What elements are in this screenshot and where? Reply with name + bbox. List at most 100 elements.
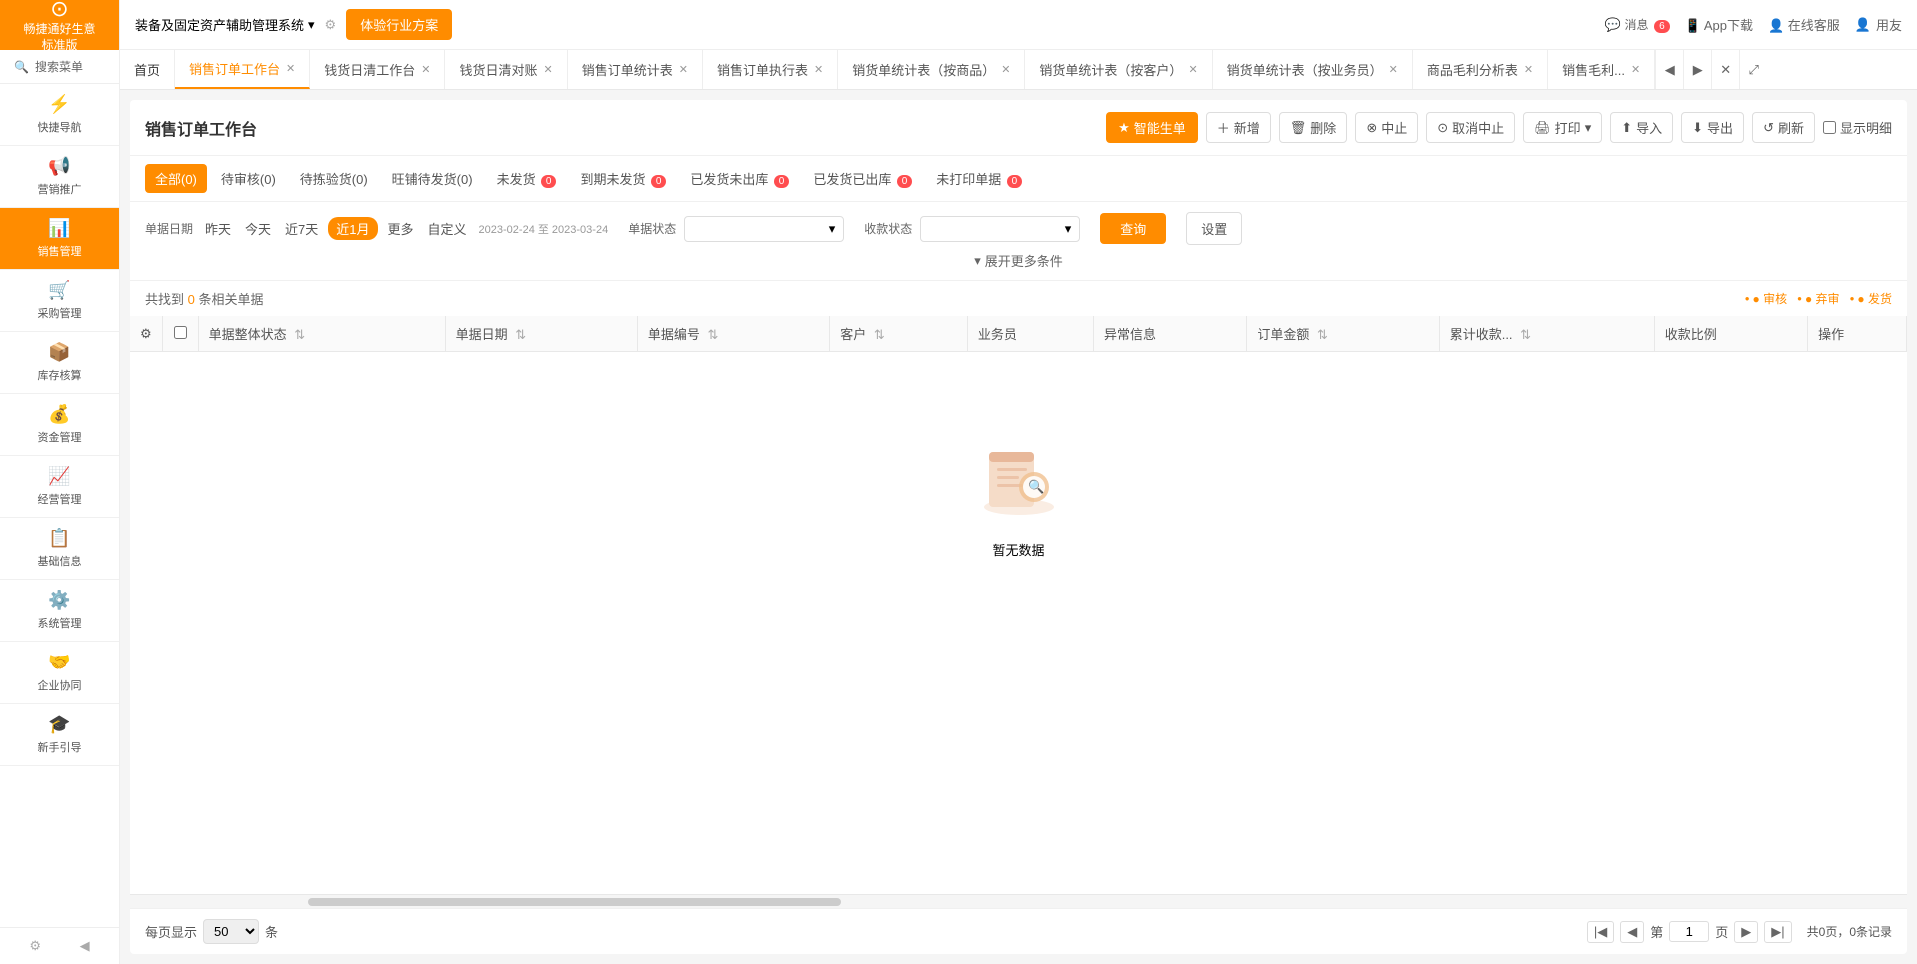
tab-sales-by-customer-close[interactable]: ✕ bbox=[1188, 63, 1197, 76]
th-exception[interactable]: 异常信息 bbox=[1093, 316, 1246, 352]
import-btn[interactable]: ⬆ 导入 bbox=[1610, 112, 1673, 143]
th-amount[interactable]: 订单金额 ⇅ bbox=[1247, 316, 1439, 352]
add-btn[interactable]: ＋ 新增 bbox=[1206, 112, 1271, 143]
date-btn-today[interactable]: 今天 bbox=[241, 217, 275, 240]
th-status[interactable]: 单据整体状态 ⇅ bbox=[198, 316, 445, 352]
setting-btn[interactable]: 设置 bbox=[1186, 212, 1242, 245]
tab-sales-by-customer[interactable]: 销货单统计表（按客户） ✕ bbox=[1025, 50, 1212, 89]
tab-sales-by-product-close[interactable]: ✕ bbox=[1001, 63, 1010, 76]
sidebar-item-guide[interactable]: 🎓 新手引导 bbox=[0, 704, 119, 766]
tab-cash-daily-close[interactable]: ✕ bbox=[421, 63, 430, 76]
sidebar-item-enterprise[interactable]: 🤝 企业协同 bbox=[0, 642, 119, 704]
sidebar-item-system[interactable]: ⚙️ 系统管理 bbox=[0, 580, 119, 642]
scrollbar-thumb[interactable] bbox=[308, 898, 841, 906]
sub-tab-overdue-ship[interactable]: 到期未发货 0 bbox=[570, 164, 676, 193]
last-page-btn[interactable]: ▶| bbox=[1764, 921, 1791, 943]
ship-btn[interactable]: ● 发货 bbox=[1850, 290, 1892, 307]
tab-sales-exec[interactable]: 销售订单执行表 ✕ bbox=[703, 50, 838, 89]
tab-gross-margin[interactable]: 商品毛利分析表 ✕ bbox=[1413, 50, 1548, 89]
settings-icon[interactable]: ⚙ bbox=[29, 938, 41, 954]
cancel-stop-btn[interactable]: ⊙ 取消中止 bbox=[1426, 112, 1515, 143]
message-icon-area[interactable]: 💬 消息 6 bbox=[1605, 16, 1670, 33]
discard-audit-btn[interactable]: ● 弃审 bbox=[1797, 290, 1839, 307]
date-btn-1month[interactable]: 近1月 bbox=[328, 217, 377, 240]
industry-btn[interactable]: 体验行业方案 bbox=[346, 9, 452, 40]
sidebar-item-purchase[interactable]: 🛒 采购管理 bbox=[0, 270, 119, 332]
query-btn[interactable]: 查询 bbox=[1100, 213, 1166, 244]
date-btn-7days[interactable]: 近7天 bbox=[281, 217, 322, 240]
sidebar-item-marketing[interactable]: 📢 营销推广 bbox=[0, 146, 119, 208]
tabs-scroll-left[interactable]: ◀ bbox=[1655, 50, 1683, 89]
tab-cash-daily[interactable]: 钱货日清工作台 ✕ bbox=[310, 50, 445, 89]
th-date[interactable]: 单据日期 ⇅ bbox=[445, 316, 637, 352]
sub-tab-not-shipped[interactable]: 未发货 0 bbox=[487, 164, 567, 193]
print-btn[interactable]: 🖨 打印 ▾ bbox=[1523, 112, 1602, 143]
sidebar-item-sales[interactable]: 📊 销售管理 bbox=[0, 208, 119, 270]
tab-sales-by-product[interactable]: 销货单统计表（按商品） ✕ bbox=[838, 50, 1025, 89]
tab-sales-gross-close[interactable]: ✕ bbox=[1631, 63, 1640, 76]
show-detail-checkbox-area[interactable]: 显示明细 bbox=[1823, 118, 1892, 137]
th-staff[interactable]: 业务员 bbox=[967, 316, 1093, 352]
sub-tab-pending-review[interactable]: 待审核(0) bbox=[211, 164, 286, 193]
show-detail-checkbox[interactable] bbox=[1823, 121, 1836, 134]
date-btn-custom[interactable]: 自定义 bbox=[424, 217, 471, 240]
sub-tab-shop-pending[interactable]: 旺铺待发货(0) bbox=[382, 164, 483, 193]
select-all-checkbox[interactable] bbox=[174, 326, 187, 339]
collapse-icon[interactable]: ◀ bbox=[80, 938, 90, 954]
tabs-close-all[interactable]: ✕ bbox=[1711, 50, 1739, 89]
horizontal-scrollbar[interactable] bbox=[130, 894, 1907, 908]
sidebar-item-quick-nav[interactable]: ⚡ 快捷导航 bbox=[0, 84, 119, 146]
search-menu-item[interactable]: 🔍 搜索菜单 bbox=[0, 50, 119, 84]
tab-sales-by-staff[interactable]: 销货单统计表（按业务员） ✕ bbox=[1213, 50, 1413, 89]
sub-tab-shipped-out[interactable]: 已发货已出库 0 bbox=[803, 164, 922, 193]
prev-page-btn[interactable]: ◀ bbox=[1620, 921, 1644, 943]
tab-sales-workbench[interactable]: 销售订单工作台 ✕ bbox=[175, 50, 310, 89]
page-input[interactable] bbox=[1669, 921, 1709, 942]
sub-tab-pending-inspect[interactable]: 待拣验货(0) bbox=[290, 164, 378, 193]
delete-btn[interactable]: 🗑 删除 bbox=[1279, 112, 1348, 143]
sidebar-item-inventory[interactable]: 📦 库存核算 bbox=[0, 332, 119, 394]
expand-filters-btn[interactable]: ▾ 展开更多条件 bbox=[145, 251, 1892, 270]
export-btn[interactable]: ⬇ 导出 bbox=[1681, 112, 1744, 143]
tabs-maximize[interactable]: ⤢ bbox=[1739, 50, 1767, 89]
status-select[interactable]: ▾ bbox=[684, 216, 844, 242]
per-page-select[interactable]: 50 100 200 bbox=[203, 919, 259, 944]
tab-sales-workbench-close[interactable]: ✕ bbox=[286, 62, 295, 75]
sub-tab-shipped-not-out[interactable]: 已发货未出库 0 bbox=[680, 164, 799, 193]
stop-btn[interactable]: ⊗ 中止 bbox=[1355, 112, 1418, 143]
next-page-btn[interactable]: ▶ bbox=[1734, 921, 1758, 943]
tab-sales-gross[interactable]: 销售毛利... ✕ bbox=[1548, 50, 1655, 89]
tab-sales-stats[interactable]: 销售订单统计表 ✕ bbox=[568, 50, 703, 89]
tab-sales-stats-close[interactable]: ✕ bbox=[679, 63, 688, 76]
settings-gear-icon[interactable]: ⚙ bbox=[325, 17, 337, 33]
sub-tab-not-printed[interactable]: 未打印单据 0 bbox=[926, 164, 1032, 193]
online-service-area[interactable]: 👤 在线客服 bbox=[1768, 15, 1840, 34]
smart-btn[interactable]: ★ 智能生单 bbox=[1106, 112, 1198, 143]
refresh-btn[interactable]: ↺ 刷新 bbox=[1752, 112, 1815, 143]
first-page-btn[interactable]: |◀ bbox=[1587, 921, 1614, 943]
date-btn-yesterday[interactable]: 昨天 bbox=[201, 217, 235, 240]
user-area[interactable]: 👤 用友 bbox=[1855, 15, 1902, 34]
payment-select[interactable]: ▾ bbox=[920, 216, 1080, 242]
date-btn-more[interactable]: 更多 bbox=[384, 217, 418, 240]
tabs-scroll-right[interactable]: ▶ bbox=[1683, 50, 1711, 89]
audit-btn[interactable]: ● 审核 bbox=[1745, 290, 1787, 307]
th-number[interactable]: 单据编号 ⇅ bbox=[637, 316, 829, 352]
system-title-dropdown[interactable]: 装备及固定资产辅助管理系统 ▾ bbox=[135, 15, 315, 34]
tab-cash-reconcile[interactable]: 钱货日清对账 ✕ bbox=[445, 50, 567, 89]
overdue-ship-badge: 0 bbox=[651, 175, 667, 188]
tab-sales-by-staff-close[interactable]: ✕ bbox=[1389, 63, 1398, 76]
th-collected[interactable]: 累计收款... ⇅ bbox=[1439, 316, 1654, 352]
th-checkbox[interactable] bbox=[162, 316, 198, 352]
sub-tab-all[interactable]: 全部(0) bbox=[145, 164, 207, 193]
sidebar-item-operations[interactable]: 📈 经营管理 bbox=[0, 456, 119, 518]
th-ratio[interactable]: 收款比例 bbox=[1654, 316, 1807, 352]
sidebar-item-basic-info[interactable]: 📋 基础信息 bbox=[0, 518, 119, 580]
tab-home[interactable]: 首页 bbox=[120, 50, 175, 89]
sidebar-item-finance[interactable]: 💰 资金管理 bbox=[0, 394, 119, 456]
th-customer[interactable]: 客户 ⇅ bbox=[830, 316, 968, 352]
tab-gross-margin-close[interactable]: ✕ bbox=[1524, 63, 1533, 76]
tab-sales-exec-close[interactable]: ✕ bbox=[814, 63, 823, 76]
app-download-area[interactable]: 📱 App下载 bbox=[1685, 15, 1753, 34]
tab-cash-reconcile-close[interactable]: ✕ bbox=[544, 63, 553, 76]
